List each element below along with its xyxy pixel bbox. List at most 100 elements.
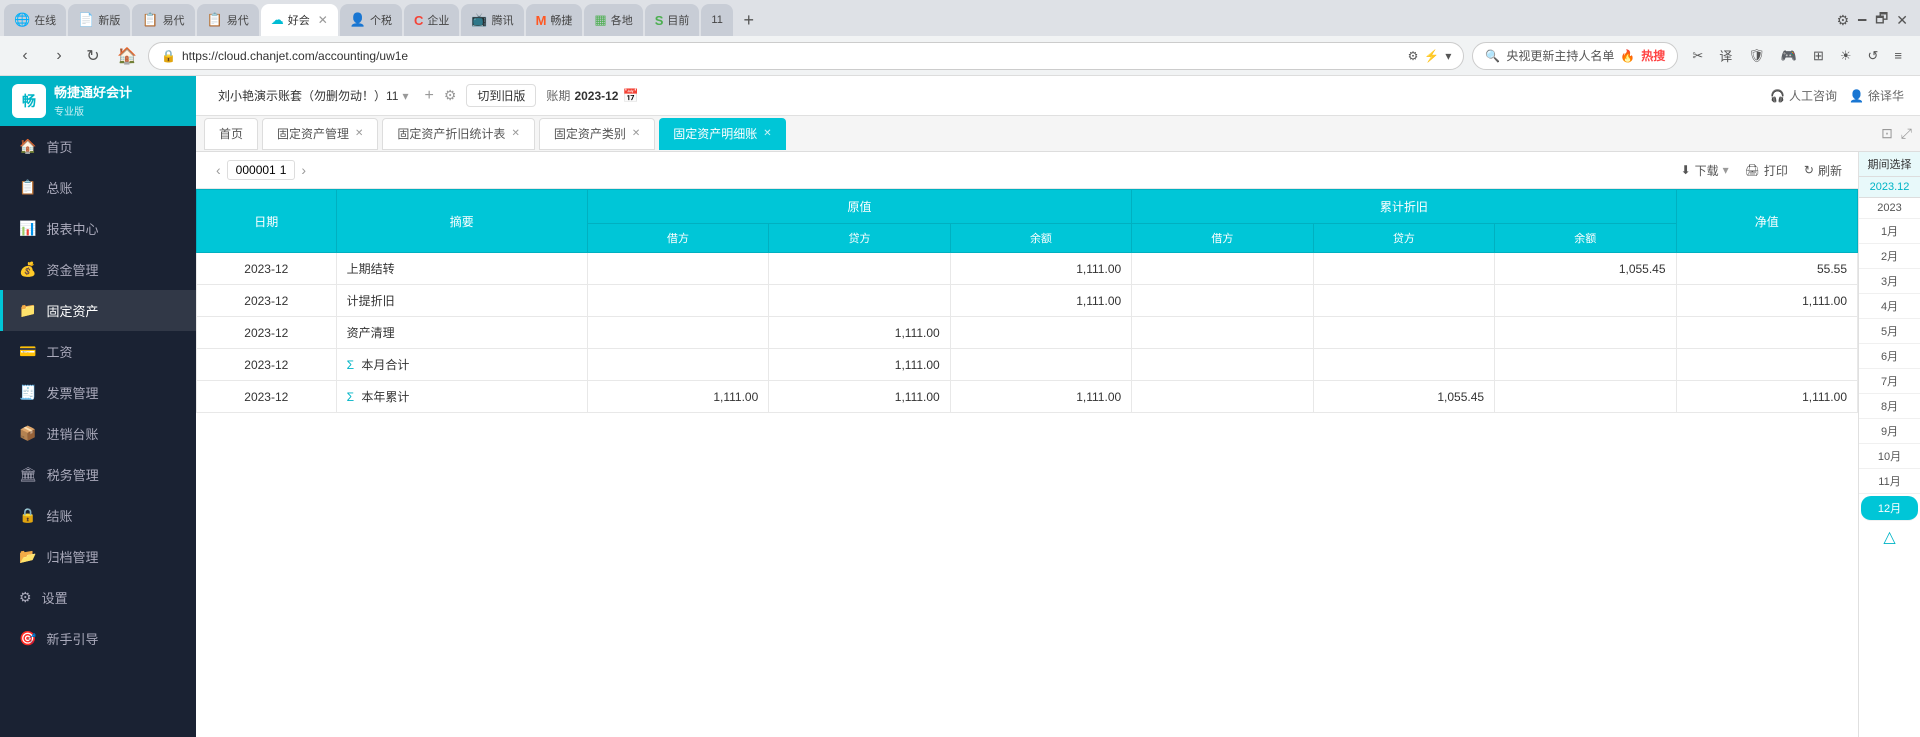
browser-tab-yidai2[interactable]: 📋 易代 — [197, 4, 259, 36]
period-item-4[interactable]: 4月 — [1859, 294, 1920, 319]
sidebar-item-payroll[interactable]: 💳 工资 — [0, 331, 196, 372]
cell-accum-balance — [1495, 381, 1676, 413]
sidebar-item-funds[interactable]: 💰 资金管理 — [0, 249, 196, 290]
sidebar-item-home[interactable]: 🏠 首页 — [0, 126, 196, 167]
refresh-button[interactable]: ↻ 刷新 — [1804, 162, 1842, 179]
sidebar-item-settings[interactable]: ⚙ 设置 — [0, 577, 196, 618]
sidebar-item-guide[interactable]: 🎯 新手引导 — [0, 618, 196, 659]
browser-tab-online[interactable]: 🌐 在线 — [4, 4, 66, 36]
tab-detail[interactable]: 固定资产明细账 ✕ — [659, 118, 785, 150]
tab-close-icon[interactable]: ✕ — [318, 13, 328, 27]
gamepad-icon[interactable]: 🎮 — [1775, 46, 1803, 66]
consultant-button[interactable]: 🎧 人工咨询 — [1770, 87, 1837, 104]
period-item-11[interactable]: 11月 — [1859, 469, 1920, 494]
browser-tab-corp[interactable]: C 企业 — [404, 4, 459, 36]
period-item-12[interactable]: 12月 — [1861, 496, 1918, 521]
lightning-icon[interactable]: ⚡ — [1424, 49, 1439, 63]
translate-icon[interactable]: 译 — [1713, 44, 1738, 67]
browser-tab-num[interactable]: 11 — [701, 4, 732, 36]
print-label: 打印 — [1764, 162, 1788, 179]
browser-tab-gedi[interactable]: ▦ 各地 — [584, 4, 642, 36]
browser-tab-active[interactable]: ☁ 好会 ✕ — [261, 4, 338, 36]
sidebar-item-archive[interactable]: 📂 归档管理 — [0, 536, 196, 577]
period-sidebar-header2[interactable]: 2023.12 — [1859, 177, 1920, 198]
tab-fixed-mgmt[interactable]: 固定资产管理 ✕ — [262, 118, 378, 150]
period-item-3[interactable]: 3月 — [1859, 269, 1920, 294]
tab-depreciation[interactable]: 固定资产折旧统计表 ✕ — [382, 118, 534, 150]
browser-tab-mq[interactable]: S 目前 — [645, 4, 700, 36]
reload-button[interactable]: ↻ — [80, 43, 106, 69]
cell-accum-credit — [1313, 253, 1494, 285]
refresh-label: 刷新 — [1818, 162, 1842, 179]
print-button[interactable]: 🖨 打印 — [1745, 162, 1788, 179]
period-item-5[interactable]: 5月 — [1859, 319, 1920, 344]
browser-tab-tencent[interactable]: 📺 腾讯 — [461, 4, 523, 36]
expand-icon[interactable]: ⤢ — [1901, 125, 1912, 142]
prev-arrow[interactable]: ‹ — [212, 160, 225, 180]
tab-category[interactable]: 固定资产类别 ✕ — [539, 118, 655, 150]
period-item-7[interactable]: 7月 — [1859, 369, 1920, 394]
browser-tab-new[interactable]: 📄 新版 — [68, 4, 130, 36]
scroll-up-button[interactable]: △ — [1859, 523, 1920, 551]
user-button[interactable]: 👤 徐译华 — [1849, 87, 1904, 104]
sun-icon[interactable]: ☀ — [1834, 46, 1858, 66]
browser-tab-yidai1[interactable]: 📋 易代 — [132, 4, 194, 36]
header-accumulated: 累计折旧 — [1132, 190, 1676, 224]
table-row-summary: 2023-12 Σ 本月合计 1,111.00 — [197, 349, 1858, 381]
sidebar-item-fixed-assets[interactable]: 📁 固定资产 — [0, 290, 196, 331]
edit-period-icon[interactable]: 📅 — [622, 88, 638, 104]
account-settings-button[interactable]: ⚙ — [444, 87, 457, 104]
cell-net-value: 1,111.00 — [1676, 381, 1857, 413]
site-info-icon[interactable]: ⚙ — [1408, 49, 1419, 63]
minimize-icon[interactable]: 🗕 — [1857, 8, 1867, 32]
sidebar-item-invoice[interactable]: 🧾 发票管理 — [0, 372, 196, 413]
undo-icon[interactable]: ↺ — [1862, 46, 1885, 66]
sidebar-item-reports[interactable]: 📊 报表中心 — [0, 208, 196, 249]
header-net-value: 净值 — [1676, 190, 1857, 253]
download-button[interactable]: ⬇ 下载 ▾ — [1681, 162, 1729, 179]
period-label: 6月 — [1881, 351, 1898, 363]
tab-close-icon[interactable]: ✕ — [355, 128, 363, 139]
sidebar-label: 结账 — [46, 506, 72, 525]
account-selector[interactable]: 刘小艳演示账套（勿删勿动！）11 ▾ — [212, 85, 415, 106]
tab-close-icon[interactable]: ✕ — [511, 128, 519, 139]
period-item-2[interactable]: 2月 — [1859, 244, 1920, 269]
tab-label: 新版 — [98, 12, 120, 28]
shield-icon[interactable]: 🛡 — [1742, 46, 1771, 66]
back-button[interactable]: ‹ — [12, 43, 38, 69]
browser-tab-changjie[interactable]: M 畅捷 — [526, 4, 583, 36]
header-right: 🎧 人工咨询 👤 徐译华 — [1770, 87, 1904, 104]
menu-icon[interactable]: ≡ — [1888, 46, 1908, 65]
period-item-6[interactable]: 6月 — [1859, 344, 1920, 369]
next-arrow[interactable]: › — [297, 160, 310, 180]
sidebar-label: 进销台账 — [46, 424, 98, 443]
forward-button[interactable]: › — [46, 43, 72, 69]
dropdown-icon[interactable]: ▾ — [1445, 49, 1451, 63]
tab-settings-icon[interactable]: ⚙ — [1837, 12, 1850, 29]
period-item-year[interactable]: 2023 — [1859, 198, 1920, 219]
restore-window-icon[interactable]: ⊡ — [1881, 125, 1893, 142]
table-row: 2023-12 上期结转 1,111.00 1,055.45 55.55 — [197, 253, 1858, 285]
home-button[interactable]: 🏠 — [114, 43, 140, 69]
sidebar-item-inventory[interactable]: 📦 进销台账 — [0, 413, 196, 454]
sidebar-subtitle: 专业版 — [54, 103, 132, 118]
tab-close-icon[interactable]: ✕ — [632, 128, 640, 139]
browser-tab-tax[interactable]: 👤 个税 — [340, 4, 402, 36]
grid-icon[interactable]: ⊞ — [1807, 46, 1830, 66]
scissors-icon[interactable]: ✂ — [1686, 46, 1709, 66]
restore-icon[interactable]: 🗗 — [1875, 8, 1888, 32]
switch-version-button[interactable]: 切到旧版 — [466, 84, 536, 107]
tab-close-icon[interactable]: ✕ — [763, 128, 771, 139]
add-account-button[interactable]: + — [425, 87, 434, 105]
sidebar-item-tax[interactable]: 🏛 税务管理 — [0, 454, 196, 495]
period-item-1[interactable]: 1月 — [1859, 219, 1920, 244]
period-item-9[interactable]: 9月 — [1859, 419, 1920, 444]
period-item-8[interactable]: 8月 — [1859, 394, 1920, 419]
tab-add-button[interactable]: + — [735, 6, 763, 34]
period-item-10[interactable]: 10月 — [1859, 444, 1920, 469]
tab-home[interactable]: 首页 — [204, 118, 258, 150]
sidebar-item-close[interactable]: 🔒 结账 — [0, 495, 196, 536]
sidebar-item-ledger[interactable]: 📋 总账 — [0, 167, 196, 208]
close-icon[interactable]: ✕ — [1896, 12, 1908, 29]
url-input[interactable]: 🔒 https://cloud.chanjet.com/accounting/u… — [148, 42, 1464, 70]
